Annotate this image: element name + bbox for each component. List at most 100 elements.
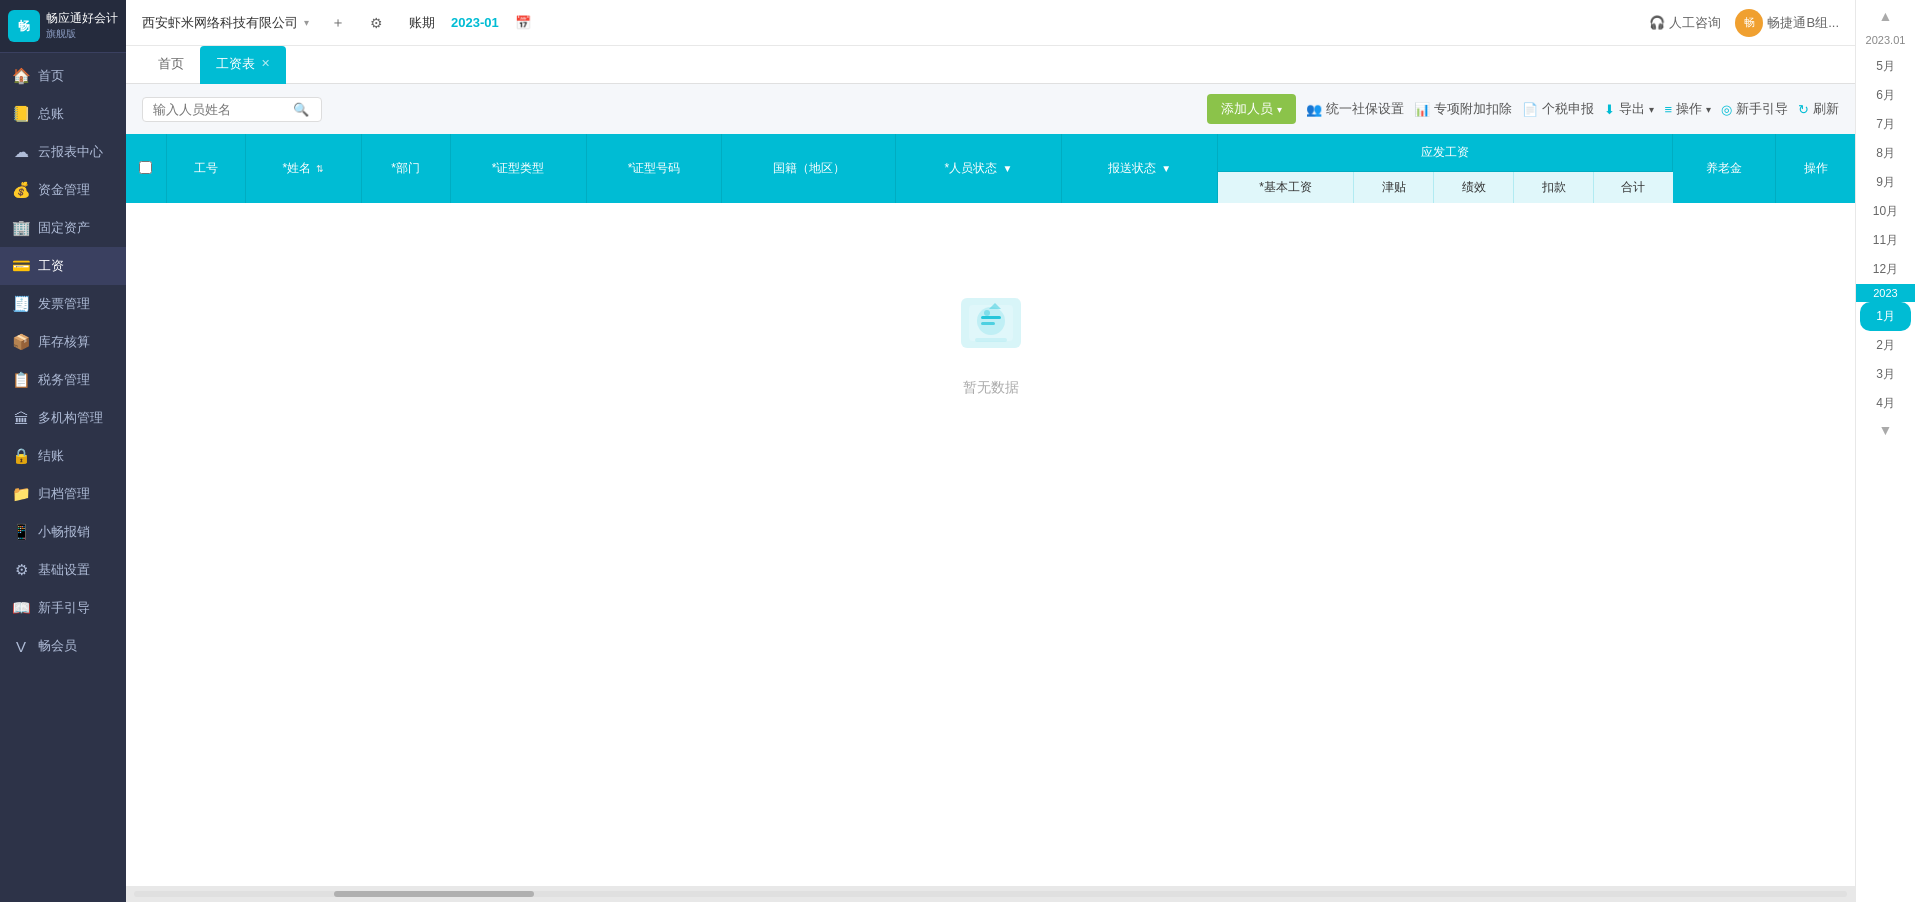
period-display: 2023.01 <box>1862 28 1910 52</box>
filter-report-icon[interactable]: ▼ <box>1161 163 1171 174</box>
sidebar-item-multi-org[interactable]: 🏛 多机构管理 <box>0 399 126 437</box>
invoice-icon: 🧾 <box>12 295 30 313</box>
th-total: 合计 <box>1594 172 1673 204</box>
svg-rect-7 <box>975 338 1007 342</box>
right-panel: ▲ 2023.01 5月 6月 7月 8月 9月 10月 11月 12月 202… <box>1855 0 1915 902</box>
expense-icon: 📱 <box>12 523 30 541</box>
sidebar-item-home[interactable]: 🏠 首页 <box>0 57 126 95</box>
sidebar-item-label: 固定资产 <box>38 219 90 237</box>
guide-icon: 📖 <box>12 599 30 617</box>
app-logo-text: 畅应通好会计 <box>46 11 118 27</box>
sidebar-item-fixed-assets[interactable]: 🏢 固定资产 <box>0 209 126 247</box>
sidebar-item-label: 发票管理 <box>38 295 90 313</box>
topbar-right: 🎧 人工咨询 畅 畅捷通B组... <box>1649 9 1839 37</box>
month-item-10[interactable]: 10月 <box>1856 197 1915 226</box>
search-input[interactable] <box>153 102 293 117</box>
deduction-button[interactable]: 📊 专项附加扣除 <box>1414 100 1512 118</box>
period-value: 2023-01 <box>451 15 499 30</box>
th-country: 国籍（地区） <box>722 134 896 203</box>
tab-payroll[interactable]: 工资表 ✕ <box>200 46 286 84</box>
sidebar-item-cloud-report[interactable]: ☁ 云报表中心 <box>0 133 126 171</box>
tax-icon: 📋 <box>12 371 30 389</box>
add-person-button[interactable]: 添加人员 ▾ <box>1207 94 1296 124</box>
tab-home[interactable]: 首页 <box>142 46 200 84</box>
sidebar-item-funds[interactable]: 💰 资金管理 <box>0 171 126 209</box>
tax-button[interactable]: 📄 个税申报 <box>1522 100 1594 118</box>
sidebar-item-label: 基础设置 <box>38 561 90 579</box>
month-item-1[interactable]: 1月 <box>1860 302 1911 331</box>
sidebar-item-label: 云报表中心 <box>38 143 103 161</box>
month-item-8[interactable]: 8月 <box>1856 139 1915 168</box>
sidebar-item-close-account[interactable]: 🔒 结账 <box>0 437 126 475</box>
sort-name-icon[interactable]: ⇅ <box>316 164 324 174</box>
refresh-button[interactable]: ↻ 刷新 <box>1798 100 1839 118</box>
month-nav-up[interactable]: ▲ <box>1856 4 1915 28</box>
guide-button[interactable]: ◎ 新手引导 <box>1721 100 1788 118</box>
th-number: 工号 <box>166 134 246 203</box>
sidebar-item-invoice[interactable]: 🧾 发票管理 <box>0 285 126 323</box>
sidebar-item-expense[interactable]: 📱 小畅报销 <box>0 513 126 551</box>
social-security-icon: 👥 <box>1306 102 1322 117</box>
export-button[interactable]: ⬇ 导出 ▾ <box>1604 100 1654 118</box>
ledger-icon: 📒 <box>12 105 30 123</box>
select-all-checkbox[interactable] <box>139 161 152 174</box>
sidebar-item-vip[interactable]: V 畅会员 <box>0 627 126 665</box>
user-avatar: 畅 <box>1735 9 1763 37</box>
guide-toolbar-icon: ◎ <box>1721 102 1732 117</box>
sidebar-item-archive[interactable]: 📁 归档管理 <box>0 475 126 513</box>
month-item-11[interactable]: 11月 <box>1856 226 1915 255</box>
sidebar-item-inventory[interactable]: 📦 库存核算 <box>0 323 126 361</box>
calendar-icon[interactable]: 📅 <box>515 15 531 30</box>
archive-icon: 📁 <box>12 485 30 503</box>
month-item-4[interactable]: 4月 <box>1856 389 1915 418</box>
home-icon: 🏠 <box>12 67 30 85</box>
deduction-icon: 📊 <box>1414 102 1430 117</box>
sidebar-item-label: 归档管理 <box>38 485 90 503</box>
th-operations: 操作 <box>1776 134 1855 203</box>
th-performance: 绩效 <box>1434 172 1514 204</box>
chevron-down-icon: ▾ <box>304 17 309 28</box>
filter-status-icon[interactable]: ▼ <box>1002 163 1012 174</box>
help-button[interactable]: 🎧 人工咨询 <box>1649 14 1721 32</box>
month-item-7[interactable]: 7月 <box>1856 110 1915 139</box>
th-allowance: 津贴 <box>1354 172 1434 204</box>
month-item-12[interactable]: 12月 <box>1856 255 1915 284</box>
th-checkbox[interactable] <box>126 134 166 203</box>
user-info[interactable]: 畅 畅捷通B组... <box>1735 9 1839 37</box>
month-item-5[interactable]: 5月 <box>1856 52 1915 81</box>
table-wrap: 工号 *姓名 ⇅ *部门 *证型类型 *证型号码 <box>126 134 1855 886</box>
tax-report-icon: 📄 <box>1522 102 1538 117</box>
horizontal-scrollbar[interactable] <box>126 886 1855 902</box>
sidebar-item-tax[interactable]: 📋 税务管理 <box>0 361 126 399</box>
svg-rect-3 <box>981 316 1001 319</box>
inventory-icon: 📦 <box>12 333 30 351</box>
social-security-button[interactable]: 👥 统一社保设置 <box>1306 100 1404 118</box>
multi-org-icon: 🏛 <box>12 410 30 427</box>
company-selector[interactable]: 西安虾米网络科技有限公司 ▾ <box>142 14 309 32</box>
th-pension: 养老金 <box>1673 134 1776 203</box>
operation-button[interactable]: ≡ 操作 ▾ <box>1664 100 1711 118</box>
th-dept: *部门 <box>361 134 450 203</box>
tab-close-icon[interactable]: ✕ <box>261 57 270 70</box>
add-company-button[interactable]: ＋ <box>325 10 351 36</box>
settings-icon: ⚙ <box>12 561 30 579</box>
svg-rect-4 <box>981 322 995 325</box>
topbar: 西安虾米网络科技有限公司 ▾ ＋ ⚙ 账期 2023-01 📅 🎧 人工咨询 畅… <box>126 0 1855 46</box>
month-nav-down[interactable]: ▼ <box>1856 418 1915 442</box>
close-account-icon: 🔒 <box>12 447 30 465</box>
month-item-9[interactable]: 9月 <box>1856 168 1915 197</box>
month-item-6[interactable]: 6月 <box>1856 81 1915 110</box>
sidebar-item-guide[interactable]: 📖 新手引导 <box>0 589 126 627</box>
sidebar-item-label: 新手引导 <box>38 599 90 617</box>
scrollbar-thumb[interactable] <box>334 891 534 897</box>
sidebar: 畅 畅应通好会计 旗舰版 🏠 首页 📒 总账 ☁ 云报表中心 💰 资金管理 🏢 … <box>0 0 126 902</box>
month-item-2[interactable]: 2月 <box>1856 331 1915 360</box>
export-icon: ⬇ <box>1604 102 1615 117</box>
sidebar-item-settings[interactable]: ⚙ 基础设置 <box>0 551 126 589</box>
sidebar-item-ledger[interactable]: 📒 总账 <box>0 95 126 133</box>
settings-button[interactable]: ⚙ <box>363 10 389 36</box>
sidebar-item-payroll[interactable]: 💳 工资 <box>0 247 126 285</box>
month-item-3[interactable]: 3月 <box>1856 360 1915 389</box>
assets-icon: 🏢 <box>12 219 30 237</box>
sidebar-item-label: 小畅报销 <box>38 523 90 541</box>
